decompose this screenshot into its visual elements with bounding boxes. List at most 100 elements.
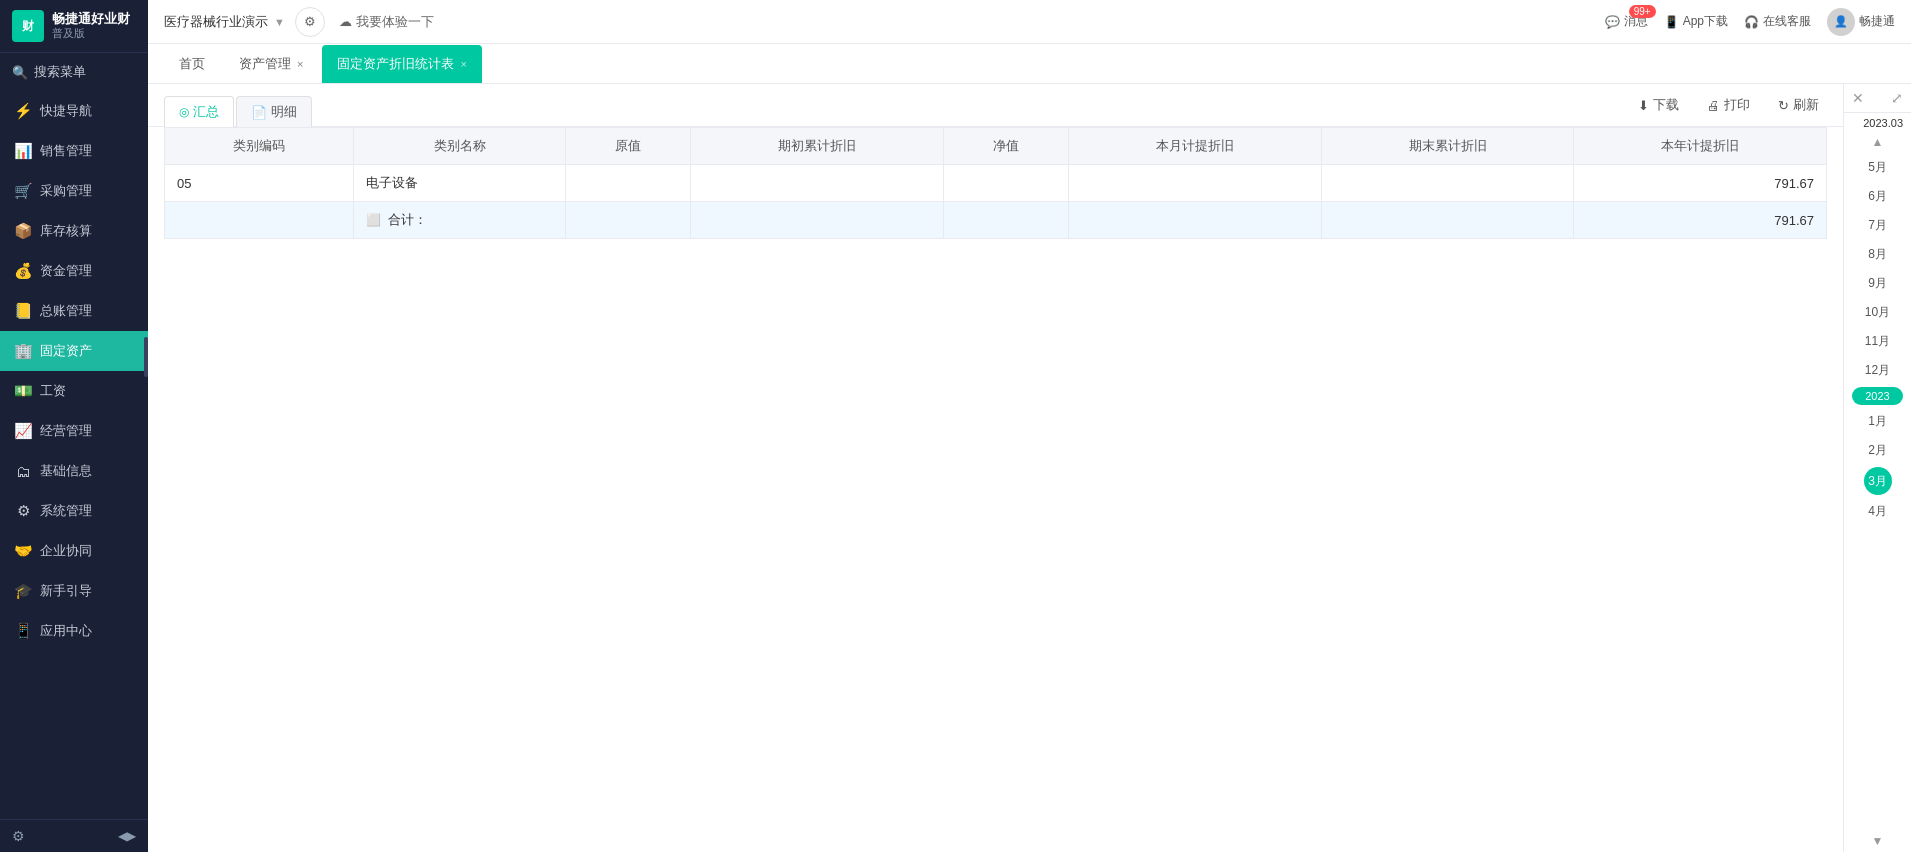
date-panel-list: 5月 6月 7月 8月 9月 10月 11月 12月 2023 1月 2月 3月… xyxy=(1844,153,1911,830)
download-label: 下载 xyxy=(1653,96,1679,114)
sidebar-item-label: 新手引导 xyxy=(40,582,92,600)
month-item[interactable]: 11月 xyxy=(1844,327,1911,356)
table-container: 类别编码 类别名称 原值 期初累计折旧 净值 本月计提折旧 期末累计折旧 本年计… xyxy=(148,127,1843,852)
sidebar-item-label: 销售管理 xyxy=(40,142,92,160)
app-download-button[interactable]: 📱 App下载 xyxy=(1664,13,1728,30)
quick-nav-icon: ⚡ xyxy=(14,102,32,120)
sidebar-item-enterprise[interactable]: 🤝 企业协同 xyxy=(0,531,148,571)
col-opening: 期初累计折旧 xyxy=(691,128,944,165)
col-annual: 本年计提折旧 xyxy=(1574,128,1827,165)
topbar-right: 💬 消息 99+ 📱 App下载 🎧 在线客服 👤 畅捷通 xyxy=(1605,8,1895,36)
company-selector[interactable]: 医疗器械行业演示 ▼ xyxy=(164,13,285,31)
settings-footer-icon[interactable]: ⚙ xyxy=(12,828,25,844)
sub-tab-summary[interactable]: ◎ 汇总 xyxy=(164,96,234,127)
user-icon: 👤 xyxy=(1834,15,1848,28)
month-item[interactable]: 5月 xyxy=(1844,153,1911,182)
sidebar-item-sales[interactable]: 📊 销售管理 xyxy=(0,131,148,171)
sidebar-item-guide[interactable]: 🎓 新手引导 xyxy=(0,571,148,611)
sidebar-search[interactable]: 🔍 搜索菜单 xyxy=(0,53,148,91)
col-original: 原值 xyxy=(566,128,691,165)
topbar: 医疗器械行业演示 ▼ ⚙ ☁ 我要体验一下 💬 消息 99+ 📱 App下载 🎧… xyxy=(148,0,1911,44)
col-name: 类别名称 xyxy=(353,128,565,165)
system-icon: ⚙ xyxy=(14,502,32,520)
refresh-label: 刷新 xyxy=(1793,96,1819,114)
col-code: 类别编码 xyxy=(165,128,354,165)
refresh-button[interactable]: ↻ 刷新 xyxy=(1770,92,1827,118)
month-item[interactable]: 6月 xyxy=(1844,182,1911,211)
sub-tabs: ◎ 汇总 📄 明细 xyxy=(164,96,314,127)
month-item[interactable]: 10月 xyxy=(1844,298,1911,327)
row-name: 电子设备 xyxy=(353,165,565,202)
sidebar-item-inventory[interactable]: 📦 库存核算 xyxy=(0,211,148,251)
col-monthly: 本月计提折旧 xyxy=(1069,128,1322,165)
guide-icon: 🎓 xyxy=(14,582,32,600)
sidebar-item-label: 系统管理 xyxy=(40,502,92,520)
print-label: 打印 xyxy=(1724,96,1750,114)
sidebar-toggle-icon[interactable]: ◀▶ xyxy=(118,829,136,843)
message-badge: 99+ xyxy=(1629,5,1656,18)
month-item[interactable]: 7月 xyxy=(1844,211,1911,240)
app-title-block: 畅捷通好业财 普及版 xyxy=(52,11,130,42)
sidebar-item-quick-nav[interactable]: ⚡ 快捷导航 xyxy=(0,91,148,131)
tab-home[interactable]: 首页 xyxy=(164,45,220,83)
date-panel-year: 2023.03 xyxy=(1844,113,1911,131)
experience-button[interactable]: ☁ 我要体验一下 xyxy=(339,13,434,31)
app-center-icon: 📱 xyxy=(14,622,32,640)
gear-icon: ⚙ xyxy=(304,14,316,29)
fixed-assets-icon: 🏢 xyxy=(14,342,32,360)
user-menu-button[interactable]: 👤 畅捷通 xyxy=(1827,8,1895,36)
print-button[interactable]: 🖨 打印 xyxy=(1699,92,1758,118)
tab-depreciation[interactable]: 固定资产折旧统计表 × xyxy=(322,45,481,83)
online-service-button[interactable]: 🎧 在线客服 xyxy=(1744,13,1811,30)
row-opening xyxy=(691,165,944,202)
month-jan[interactable]: 1月 xyxy=(1844,407,1911,436)
sidebar-item-system[interactable]: ⚙ 系统管理 xyxy=(0,491,148,531)
sub-tab-detail[interactable]: 📄 明细 xyxy=(236,96,312,127)
date-panel-scroll-up[interactable]: ▲ xyxy=(1844,131,1911,153)
month-feb[interactable]: 2月 xyxy=(1844,436,1911,465)
month-mar[interactable]: 3月 xyxy=(1864,467,1892,495)
sidebar-item-ledger[interactable]: 📒 总账管理 xyxy=(0,291,148,331)
sidebar-item-finance[interactable]: 💰 资金管理 xyxy=(0,251,148,291)
tab-assets[interactable]: 资产管理 × xyxy=(224,45,318,83)
download-icon: ⬇ xyxy=(1638,98,1649,113)
sidebar-item-basic-info[interactable]: 🗂 基础信息 xyxy=(0,451,148,491)
sidebar-item-payroll[interactable]: 💵 工资 xyxy=(0,371,148,411)
total-label: ⬜ 合计： xyxy=(353,202,565,239)
tab-assets-close[interactable]: × xyxy=(297,58,303,70)
sidebar-item-purchase[interactable]: 🛒 采购管理 xyxy=(0,171,148,211)
date-panel: ✕ ⤢ 2023.03 ▲ 5月 6月 7月 8月 9月 10月 11月 12月… xyxy=(1843,84,1911,852)
sidebar-item-label: 资金管理 xyxy=(40,262,92,280)
table-row: 05 电子设备 791.67 xyxy=(165,165,1827,202)
row-annual: 791.67 xyxy=(1574,165,1827,202)
sales-icon: 📊 xyxy=(14,142,32,160)
date-panel-scroll-down[interactable]: ▼ xyxy=(1844,830,1911,852)
settings-button[interactable]: ⚙ xyxy=(295,7,325,37)
enterprise-icon: 🤝 xyxy=(14,542,32,560)
month-item[interactable]: 12月 xyxy=(1844,356,1911,385)
app-name: 畅捷通好业财 xyxy=(52,11,130,27)
dropdown-icon: ▼ xyxy=(274,16,285,28)
inventory-icon: 📦 xyxy=(14,222,32,240)
date-panel-expand-button[interactable]: ⤢ xyxy=(1891,90,1903,106)
total-monthly xyxy=(1069,202,1322,239)
content-area: ◎ 汇总 📄 明细 ⬇ 下载 🖨 打印 xyxy=(148,84,1843,852)
download-button[interactable]: ⬇ 下载 xyxy=(1630,92,1687,118)
sidebar-item-app-center[interactable]: 📱 应用中心 xyxy=(0,611,148,651)
page-content: ◎ 汇总 📄 明细 ⬇ 下载 🖨 打印 xyxy=(148,84,1911,852)
sidebar-item-label: 工资 xyxy=(40,382,66,400)
year-divider: 2023 xyxy=(1852,387,1903,405)
sidebar-item-operations[interactable]: 📈 经营管理 xyxy=(0,411,148,451)
month-item[interactable]: 9月 xyxy=(1844,269,1911,298)
total-net xyxy=(944,202,1069,239)
row-original xyxy=(566,165,691,202)
month-apr[interactable]: 4月 xyxy=(1844,497,1911,526)
sidebar-item-label: 采购管理 xyxy=(40,182,92,200)
month-item[interactable]: 8月 xyxy=(1844,240,1911,269)
sidebar-item-fixed-assets[interactable]: 🏢 固定资产 xyxy=(0,331,148,371)
tab-depreciation-close[interactable]: × xyxy=(460,58,466,70)
date-panel-close-button[interactable]: ✕ xyxy=(1852,90,1864,106)
basic-info-icon: 🗂 xyxy=(14,463,32,480)
total-icon: ⬜ xyxy=(366,213,381,227)
messages-button[interactable]: 💬 消息 99+ xyxy=(1605,13,1648,30)
